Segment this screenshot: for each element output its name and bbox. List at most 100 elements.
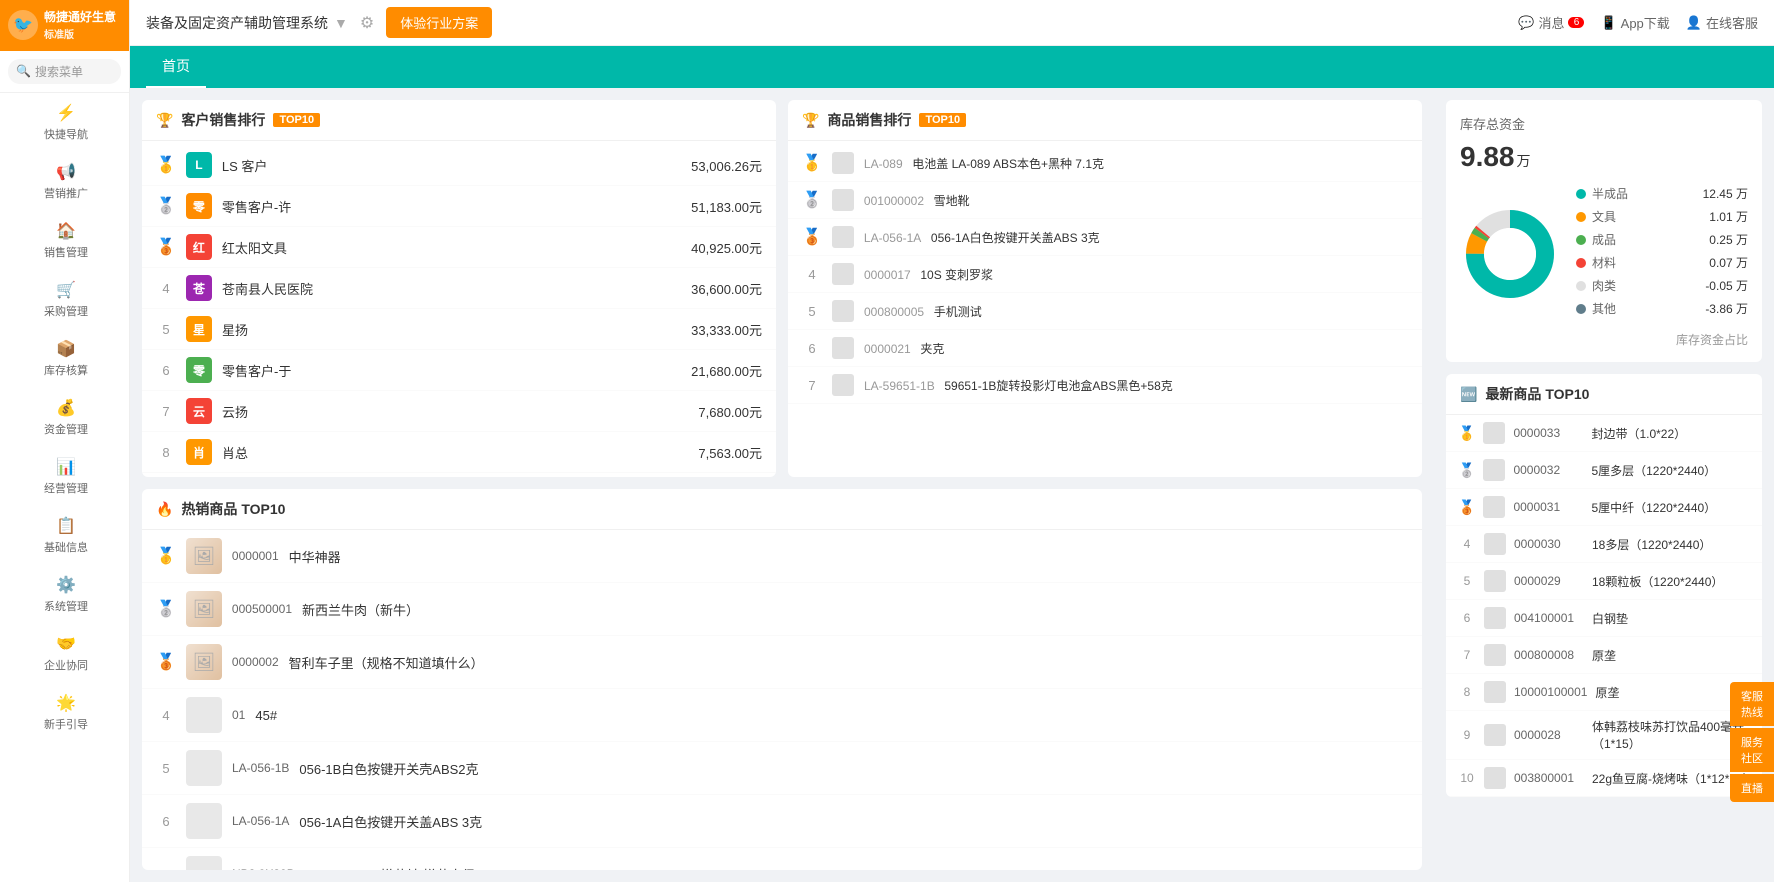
legend-dot [1576,281,1586,291]
customer-avatar: 肖 [186,439,212,465]
newest-product-item: 4 0000030 18多层（1220*2440） [1446,526,1762,563]
trophy-icon: 🏆 [156,112,173,129]
customer-rank-item: 🥇 L LS 客户 53,006.26元 [142,145,776,186]
message-label: 消息 [1538,13,1564,32]
settings-gear-icon[interactable]: ⚙ [360,13,374,33]
float-btn-0[interactable]: 客服热线 [1730,682,1774,726]
sidebar-item-basic-info[interactable]: 📋 基础信息 [0,506,129,565]
legend-value: -3.86 万 [1705,300,1748,317]
product-ranking-title: 商品销售排行 [827,110,911,130]
sidebar-item-finance[interactable]: 💰 资金管理 [0,388,129,447]
tab-home[interactable]: 首页 [146,46,206,88]
newest-product-code: 0000032 [1513,463,1583,477]
app-name: 畅捷通好生意 [44,10,116,26]
newest-product-item: 8 10000100001 原垄 [1446,674,1762,711]
hot-product-code: 0000002 [232,655,279,669]
rank-number: 4 [156,281,176,296]
customer-name: 零售客户-许 [222,197,681,216]
product-rank-info: 0000021 夹克 [864,340,1408,357]
inventory-label: 库存核算 [44,362,88,378]
sidebar-logo: 🐦 畅捷通好生意 标准版 [0,0,129,51]
newest-product-item: 6 004100001 白钢垫 [1446,600,1762,637]
newest-product-image [1483,496,1505,518]
product-rank-info: LA-59651-1B 59651-1B旋转投影灯电池盒ABS黑色+58克 [864,377,1408,394]
rank-number: 6 [156,814,176,829]
customer-name: 云扬 [222,402,688,421]
topbar-right: 💬 消息 6 📱 App下载 👤 在线客服 [1518,13,1758,32]
hot-product-code: LA-056-1A [232,814,289,828]
basic-info-label: 基础信息 [44,539,88,555]
sidebar-nav: ⚡ 快捷导航 📢 营销推广 🏠 销售管理 🛒 采购管理 📦 库存核算 💰 资金管… [0,93,129,882]
donut-chart [1460,204,1560,304]
customer-name: 零售客户-于 [222,361,681,380]
sidebar-item-sales[interactable]: 🏠 销售管理 [0,211,129,270]
sidebar-item-purchase[interactable]: 🛒 采购管理 [0,270,129,329]
product-img-placeholder [832,152,854,174]
float-btn-2[interactable]: 直播 [1730,774,1774,802]
hot-product-placeholder [186,750,222,786]
app-download-btn[interactable]: 📱 App下载 [1600,13,1669,32]
product-name: 59651-1B旋转投影灯电池盒ABS黑色+58克 [944,379,1172,393]
sidebar-item-enterprise[interactable]: 🤝 企业协同 [0,624,129,683]
app-subtitle: 标准版 [44,26,116,41]
search-menu-btn[interactable]: 🔍 搜索菜单 [8,59,121,84]
newest-product-name: 封边带（1.0*22） [1591,425,1750,442]
rank-number: 5 [802,304,822,319]
float-btn-1[interactable]: 服务社区 [1730,728,1774,772]
product-rank-item: 🥈 001000002 雪地靴 [788,182,1422,219]
online-service-btn[interactable]: 👤 在线客服 [1686,13,1758,32]
hot-product-item: 5 LA-056-1B 056-1B白色按键开关壳ABS2克 [142,742,1422,795]
product-ranking-panel: 🏆 商品销售排行 TOP10 🥇 LA-089 电池盖 LA-089 ABS本色… [788,100,1422,477]
customer-value: 33,333.00元 [691,320,762,339]
medal-bronze-icon: 🥉 [156,652,176,672]
newest-product-name: 18颗粒板（1220*2440） [1592,573,1750,590]
product-code: LA-59651-1B [864,379,935,393]
finance-label: 资金管理 [44,421,88,437]
customer-avatar: 苍 [186,275,212,301]
hot-product-name: 2.0X30MM双搓花轴,搓花直径2.1MM/ROHS [305,865,556,871]
float-buttons: 客服热线服务社区直播 [1730,682,1774,802]
sidebar-search-area[interactable]: 🔍 搜索菜单 [0,51,129,93]
newest-product-name: 白钢垫 [1592,610,1750,627]
hot-product-placeholder [186,856,222,870]
legend-item: 肉类 -0.05 万 [1576,277,1748,294]
product-code: 0000021 [864,342,911,356]
sidebar-item-guide[interactable]: 🌟 新手引导 [0,683,129,742]
sidebar-item-operations[interactable]: 📊 经营管理 [0,447,129,506]
medal-silver-icon: 🥈 [156,196,176,216]
rank-number: 10 [1458,771,1476,785]
dropdown-arrow-icon[interactable]: ▼ [334,15,348,31]
hot-product-name: 新西兰牛肉（新牛） [302,600,419,619]
newest-product-name: 18多层（1220*2440） [1592,536,1750,553]
legend-value: 0.25 万 [1709,231,1748,248]
newest-product-code: 0000030 [1514,537,1584,551]
rank-number: 8 [1458,685,1476,699]
medal-silver-icon: 🥈 [802,190,822,210]
customer-name: 星扬 [222,320,681,339]
newest-product-item: 9 0000028 体韩荔枝味苏打饮品400毫升（1*15） [1446,711,1762,760]
product-rank-info: 000800005 手机测试 [864,303,1408,320]
sidebar-item-inventory[interactable]: 📦 库存核算 [0,329,129,388]
newest-product-code: 0000033 [1513,426,1583,440]
mobile-icon: 📱 [1600,15,1616,31]
hot-product-name: 中华神器 [289,547,341,566]
sidebar-item-system[interactable]: ⚙️ 系统管理 [0,565,129,624]
customer-ranking-title: 客户销售排行 [181,110,265,130]
customer-name: 红太阳文具 [222,238,681,257]
legend-value: 1.01 万 [1709,208,1748,225]
message-btn[interactable]: 💬 消息 6 [1518,13,1584,32]
product-name: 雪地靴 [934,194,970,208]
chart-legend: 半成品 12.45 万 文具 1.01 万 成品 0.25 万 材料 0.07 … [1576,185,1748,323]
legend-dot [1576,258,1586,268]
trial-btn[interactable]: 体验行业方案 [386,7,492,38]
newest-product-image [1484,644,1506,666]
sidebar-item-marketing[interactable]: 📢 营销推广 [0,152,129,211]
inventory-total: 9.88万 [1460,141,1748,173]
medal-silver-icon: 🥈 [1458,462,1475,479]
sales-label: 销售管理 [44,244,88,260]
product-name: 056-1A白色按键开关盖ABS 3克 [931,231,1100,245]
newest-product-image [1483,459,1505,481]
sidebar-item-quick-nav[interactable]: ⚡ 快捷导航 [0,93,129,152]
hot-product-name: 056-1B白色按键开关壳ABS2克 [299,759,478,778]
newest-product-code: 003800001 [1514,771,1584,785]
